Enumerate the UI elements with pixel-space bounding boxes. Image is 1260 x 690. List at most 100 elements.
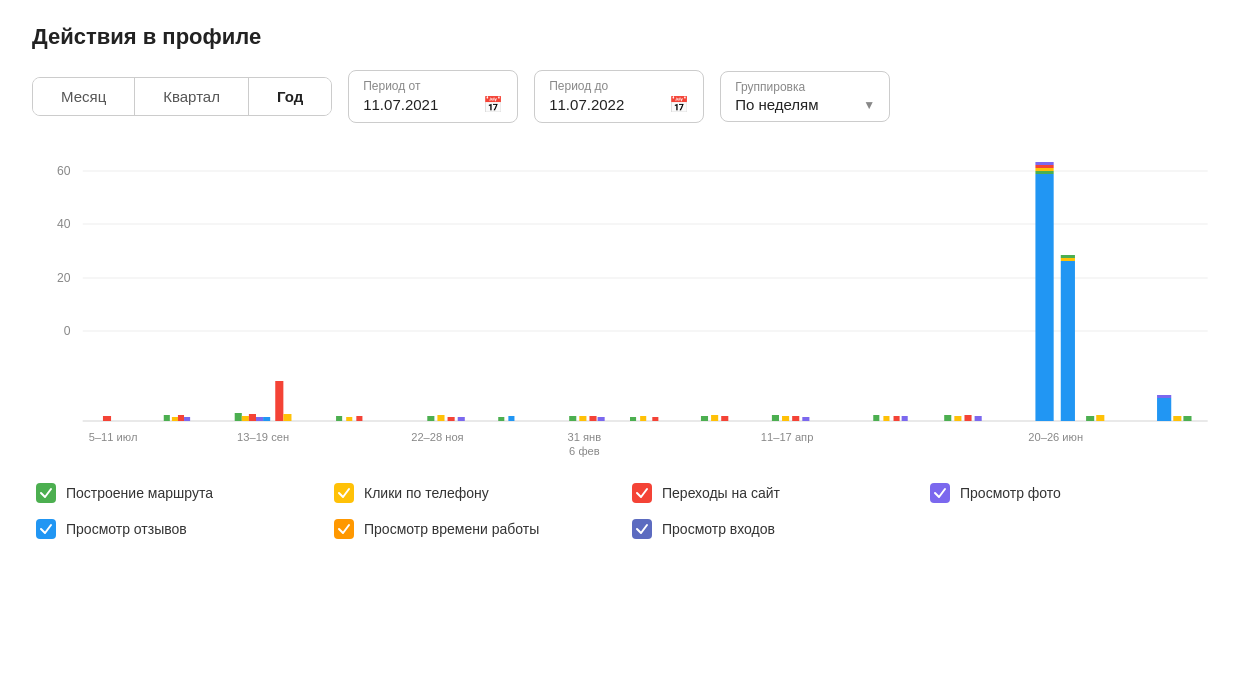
svg-rect-38	[652, 417, 658, 421]
svg-text:60: 60	[57, 164, 71, 178]
grouping-label: Группировка	[735, 80, 875, 94]
chart-area: 60 40 20 0	[32, 151, 1228, 471]
svg-rect-17	[242, 416, 249, 421]
svg-rect-26	[427, 416, 434, 421]
legend-item-0[interactable]: Построение маршрута	[36, 483, 334, 503]
controls-bar: Месяц Квартал Год Период от 11.07.2021 📅…	[32, 70, 1228, 123]
svg-rect-42	[772, 415, 779, 421]
svg-text:40: 40	[57, 217, 71, 231]
period-tabs: Месяц Квартал Год	[32, 77, 332, 116]
legend-item-1[interactable]: Клики по телефону	[334, 483, 632, 503]
legend-item-5[interactable]: Просмотр времени работы	[334, 519, 632, 539]
svg-text:5–11 июл: 5–11 июл	[89, 431, 138, 443]
period-from-label: Период от	[363, 79, 503, 93]
legend-checkbox-0	[36, 483, 56, 503]
svg-rect-62	[1086, 416, 1094, 421]
svg-rect-36	[630, 417, 636, 421]
svg-rect-23	[336, 416, 342, 421]
grouping-value: По неделям	[735, 96, 818, 113]
svg-rect-67	[1183, 416, 1191, 421]
svg-rect-18	[249, 414, 256, 421]
svg-rect-57	[1035, 165, 1053, 168]
svg-text:22–28 ноя: 22–28 ноя	[411, 431, 463, 443]
svg-rect-49	[902, 416, 908, 421]
legend-checkbox-3	[930, 483, 950, 503]
legend-label-4: Просмотр отзывов	[66, 521, 187, 537]
svg-rect-58	[1035, 162, 1053, 165]
legend-checkbox-6	[632, 519, 652, 539]
svg-text:20–26 июн: 20–26 июн	[1028, 431, 1083, 443]
svg-text:6 фев: 6 фев	[569, 445, 600, 457]
calendar-from-icon: 📅	[483, 95, 503, 114]
svg-rect-28	[448, 417, 455, 421]
legend-item-2[interactable]: Переходы на сайт	[632, 483, 930, 503]
svg-rect-14	[178, 415, 184, 421]
tab-month[interactable]: Месяц	[33, 78, 134, 115]
svg-rect-15	[184, 417, 190, 421]
period-from-value: 11.07.2021	[363, 96, 438, 113]
svg-rect-52	[964, 415, 971, 421]
svg-text:0: 0	[64, 324, 71, 338]
svg-rect-66	[1173, 416, 1181, 421]
svg-rect-31	[508, 416, 514, 421]
svg-rect-13	[172, 417, 178, 421]
svg-rect-21	[275, 381, 283, 421]
svg-rect-47	[883, 416, 889, 421]
svg-rect-44	[792, 416, 799, 421]
chevron-down-icon: ▼	[863, 98, 875, 112]
svg-rect-20	[263, 417, 270, 421]
svg-text:20: 20	[57, 271, 71, 285]
svg-rect-10	[103, 416, 111, 421]
legend-label-0: Построение маршрута	[66, 485, 213, 501]
svg-rect-19	[256, 417, 263, 421]
svg-rect-55	[1035, 171, 1053, 174]
period-to-label: Период до	[549, 79, 689, 93]
svg-rect-12	[164, 415, 170, 421]
svg-rect-53	[975, 416, 982, 421]
svg-rect-65	[1157, 395, 1171, 398]
calendar-to-icon: 📅	[669, 95, 689, 114]
legend-label-2: Переходы на сайт	[662, 485, 780, 501]
svg-rect-30	[498, 417, 504, 421]
svg-rect-29	[458, 417, 465, 421]
svg-text:13–19 сен: 13–19 сен	[237, 431, 289, 443]
svg-rect-32	[569, 416, 576, 421]
svg-text:31 янв: 31 янв	[568, 431, 602, 443]
svg-rect-27	[437, 415, 444, 421]
svg-rect-50	[944, 415, 951, 421]
svg-rect-63	[1096, 415, 1104, 421]
svg-rect-64	[1157, 398, 1171, 421]
svg-rect-24	[346, 417, 352, 421]
legend-label-5: Просмотр времени работы	[364, 521, 539, 537]
legend-item-3[interactable]: Просмотр фото	[930, 483, 1228, 503]
legend-item-4[interactable]: Просмотр отзывов	[36, 519, 334, 539]
legend-label-3: Просмотр фото	[960, 485, 1061, 501]
svg-rect-46	[873, 415, 879, 421]
legend-checkbox-1	[334, 483, 354, 503]
page-title: Действия в профиле	[32, 24, 1228, 50]
period-from-field[interactable]: Период от 11.07.2021 📅	[348, 70, 518, 123]
legend-checkbox-4	[36, 519, 56, 539]
legend-label-6: Просмотр входов	[662, 521, 775, 537]
svg-rect-22	[283, 414, 291, 421]
svg-rect-34	[589, 416, 596, 421]
tab-quarter[interactable]: Квартал	[134, 78, 248, 115]
tab-year[interactable]: Год	[248, 78, 331, 115]
svg-rect-39	[701, 416, 708, 421]
svg-rect-16	[235, 413, 242, 421]
legend-item-6[interactable]: Просмотр входов	[632, 519, 930, 539]
period-to-field[interactable]: Период до 11.07.2022 📅	[534, 70, 704, 123]
svg-rect-54	[1035, 174, 1053, 421]
svg-rect-56	[1035, 168, 1053, 171]
svg-rect-41	[721, 416, 728, 421]
bar-chart: 60 40 20 0	[32, 151, 1228, 471]
svg-rect-48	[894, 416, 900, 421]
legend: Построение маршрута Клики по телефону Пе…	[32, 483, 1228, 539]
svg-rect-60	[1061, 258, 1075, 261]
svg-rect-33	[579, 416, 586, 421]
svg-rect-51	[954, 416, 961, 421]
grouping-field[interactable]: Группировка По неделям ▼	[720, 71, 890, 122]
svg-rect-59	[1061, 261, 1075, 421]
svg-rect-37	[640, 416, 646, 421]
svg-rect-35	[598, 417, 605, 421]
